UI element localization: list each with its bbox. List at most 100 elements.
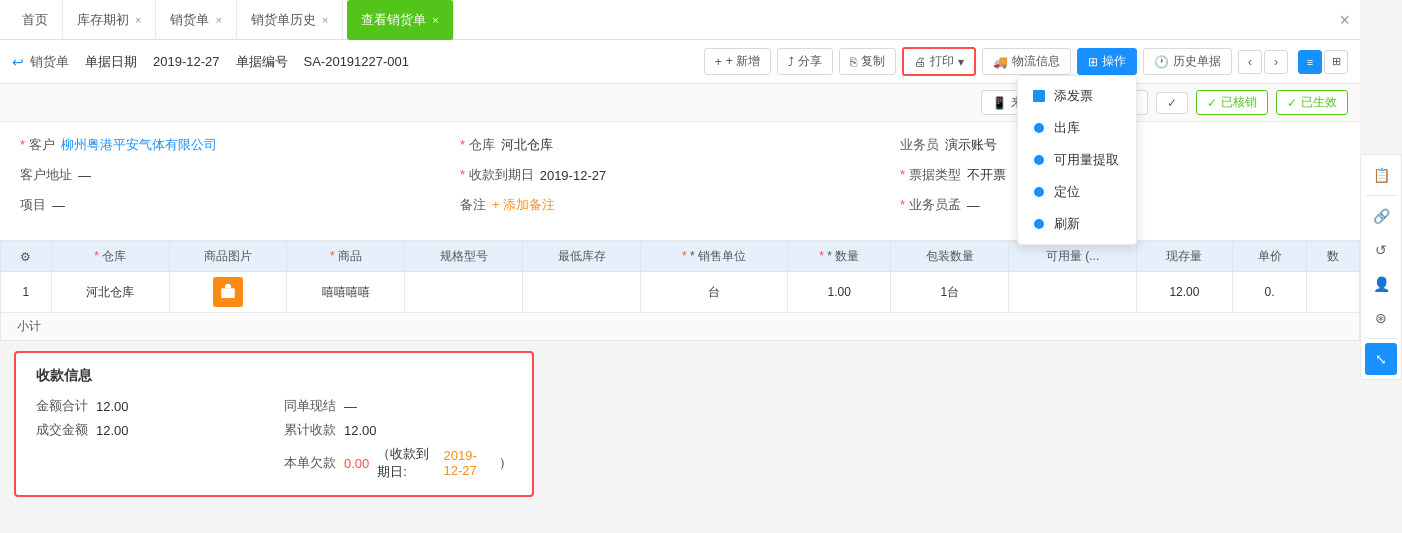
print-icon: 🖨 [914,55,926,69]
locate-item[interactable]: 定位 [1018,176,1136,208]
add-button[interactable]: + + 新增 [704,48,771,75]
print-dropdown-arrow: ▾ [958,55,964,69]
available-qty-item[interactable]: 可用量提取 [1018,144,1136,176]
operations-menu: 添发票 出库 可用量提取 定位 [1017,75,1137,245]
sidebar-refresh-btn[interactable]: ↺ [1365,234,1397,266]
arrears-value: 0.00 [344,456,369,471]
row-amount [1307,272,1360,313]
warehouse-label: 仓库 [460,136,495,154]
truck-icon: 🚚 [993,55,1008,69]
share-button[interactable]: ⤴ 分享 [777,48,833,75]
col-spec: 规格型号 [405,242,523,272]
confirm-btn[interactable]: ✓ [1156,92,1188,114]
table-row: 1 河北仓库 嘻嘻嘻嘻 台 1.00 1台 12.00 0. [1,272,1360,313]
share-icon: ⤴ [788,55,794,69]
row-available [1009,272,1137,313]
locate-icon [1032,185,1046,199]
tab-sales-order[interactable]: 销货单 × [156,0,236,40]
tab-view-sales-order[interactable]: 查看销货单 × [347,0,453,40]
staff-label: 业务员 [900,136,939,154]
outbound-icon [1032,121,1046,135]
row-image [169,272,287,313]
sidebar-separator-1 [1365,195,1397,196]
sidebar-user-btn[interactable]: 👤 [1365,268,1397,300]
col-current-stock: 现存量 [1136,242,1232,272]
logistics-button[interactable]: 🚚 物流信息 [982,48,1071,75]
confirmed-button[interactable]: ✓ 已核销 [1196,90,1268,115]
row-current-stock: 12.00 [1136,272,1232,313]
col-image: 商品图片 [169,242,287,272]
cumulative-label: 累计收款 [284,421,336,439]
history-icon: 🕐 [1154,55,1169,69]
doc-type-label: 销货单 [30,53,69,71]
next-arrow[interactable]: › [1264,50,1288,74]
close-tab-inventory[interactable]: × [135,14,141,26]
doc-actions: + + 新增 ⤴ 分享 ⎘ 复制 🖨 打印 ▾ 🚚 物流信息 [704,47,1348,76]
add-note-btn[interactable]: 添加备注 [492,196,555,214]
product-table-container: ⚙ 仓库 商品图片 商品 规格型号 最低库存 * 销售单位 * 数量 包装数量 … [0,241,1360,341]
transaction-label: 成交金额 [36,421,88,439]
operations-button[interactable]: ⊞ 操作 [1077,48,1137,75]
payment-info-box: 收款信息 金额合计 12.00 同单现结 — 成交金额 12.00 累计收款 1… [14,351,534,497]
grid-view-btn[interactable]: ⊞ [1324,50,1348,74]
doc-meta: 单据日期 2019-12-27 单据编号 SA-20191227-001 [85,53,409,71]
subtotal-row: 小计 [1,313,1360,341]
nav-arrows: ‹ › [1238,50,1288,74]
close-tab-history[interactable]: × [322,14,328,26]
doc-no-value: SA-20191227-001 [304,54,410,69]
prev-arrow[interactable]: ‹ [1238,50,1262,74]
tab-bar: 首页 库存期初 × 销货单 × 销货单历史 × 查看销货单 × × [0,0,1360,40]
effect-icon: ✓ [1287,96,1297,110]
window-close-button[interactable]: × [1339,9,1350,30]
sidebar-view-btn[interactable]: 📋 [1365,159,1397,191]
sidebar-expand-btn[interactable]: ⤡ [1365,343,1397,375]
row-product: 嘻嘻嘻嘻 [287,272,405,313]
close-tab-view-sales[interactable]: × [432,14,438,26]
mobile-icon: 📱 [992,96,1007,110]
row-min-stock [523,272,641,313]
payment-grid: 金额合计 12.00 同单现结 — 成交金额 12.00 累计收款 12.00 … [36,397,512,481]
warehouse-value: 河北仓库 [501,136,553,154]
cumulative-value: 12.00 [344,423,377,438]
tab-sales-history[interactable]: 销货单历史 × [237,0,343,40]
salesman-value: — [967,198,980,213]
form-row-1: 客户 柳州粤港平安气体有限公司 仓库 河北仓库 业务员 演示账号 [20,136,1340,154]
col-unit: * 销售单位 [641,242,788,272]
print-button[interactable]: 🖨 打印 ▾ [902,47,976,76]
date-value: 2019-12-27 [153,54,220,69]
add-invoice-icon [1032,89,1046,103]
customer-value[interactable]: 柳州粤港平安气体有限公司 [61,136,217,154]
row-qty: 1.00 [788,272,891,313]
effect-button[interactable]: ✓ 已生效 [1276,90,1348,115]
address-field: 客户地址 — [20,166,460,184]
same-settlement-value: — [344,399,357,414]
sidebar-link-btn[interactable]: 🔗 [1365,200,1397,232]
same-settlement-row: 同单现结 — [284,397,512,415]
outbound-item[interactable]: 出库 [1018,112,1136,144]
sidebar-settings-btn[interactable]: ⊛ [1365,302,1397,334]
refresh-item[interactable]: 刷新 [1018,208,1136,240]
sales-order-icon: ↩ [12,54,24,70]
close-tab-sales[interactable]: × [215,14,221,26]
available-qty-icon [1032,153,1046,167]
address-label: 客户地址 [20,166,72,184]
product-table: ⚙ 仓库 商品图片 商品 规格型号 最低库存 * 销售单位 * 数量 包装数量 … [0,241,1360,341]
date-label: 单据日期 [85,53,137,71]
tab-home[interactable]: 首页 [8,0,63,40]
note-field: 备注 添加备注 [460,196,900,214]
product-image [213,277,243,307]
list-view-btn[interactable]: ≡ [1298,50,1322,74]
total-amount-label: 金额合计 [36,397,88,415]
product-img-icon [219,283,237,301]
arrears-note: （收款到期日: [377,445,435,481]
col-price: 单价 [1232,242,1306,272]
tab-inventory-init[interactable]: 库存期初 × [63,0,156,40]
add-invoice-item[interactable]: 添发票 [1018,80,1136,112]
history-doc-button[interactable]: 🕐 历史单据 [1143,48,1232,75]
arrears-row: 本单欠款 0.00 （收款到期日: 2019-12-27 ） [284,445,512,481]
doc-header: ↩ 销货单 单据日期 2019-12-27 单据编号 SA-20191227-0… [0,40,1360,84]
sidebar-separator-2 [1365,338,1397,339]
svg-rect-0 [221,288,235,298]
copy-button[interactable]: ⎘ 复制 [839,48,896,75]
row-warehouse: 河北仓库 [51,272,169,313]
